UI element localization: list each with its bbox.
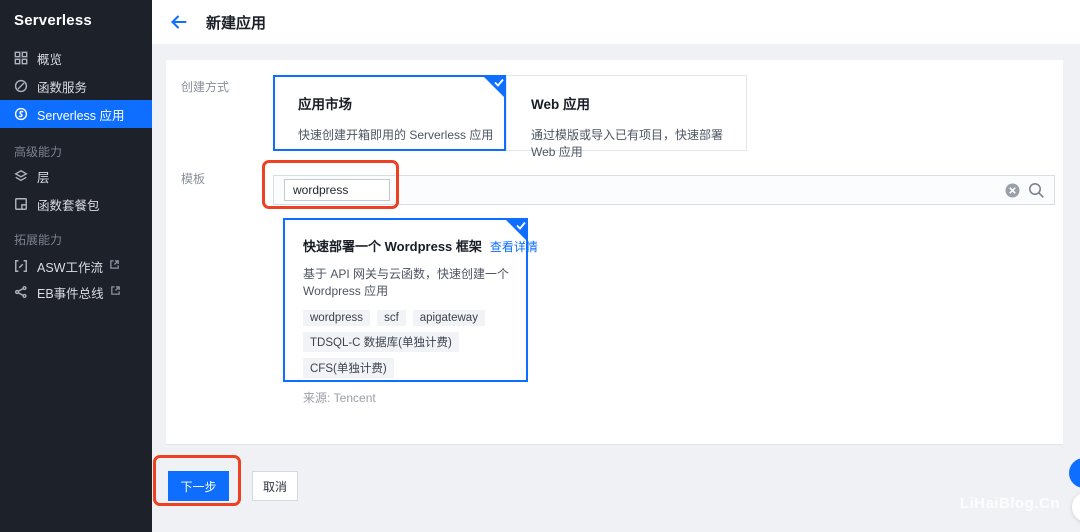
page-header: 新建应用 <box>152 0 1080 44</box>
sidebar-item-overview[interactable]: 概览 <box>0 44 152 72</box>
creation-method-label: 创建方式 <box>181 80 230 94</box>
package-icon <box>15 198 27 210</box>
check-icon <box>494 78 504 87</box>
template-source: 来源: Tencent <box>303 391 376 405</box>
tag: TDSQL-C 数据库(单独计费) <box>303 332 459 352</box>
sidebar-title: Serverless <box>14 12 92 29</box>
sidebar-item-label: 层 <box>37 170 50 185</box>
option-desc: 通过模版或导入已有项目，快速部署 Web 应用 <box>531 128 724 159</box>
sidebar-item-layers[interactable]: 层 <box>0 162 152 190</box>
option-desc: 快速创建开箱即用的 Serverless 应用 <box>298 128 494 142</box>
template-title: 快速部署一个 Wordpress 框架 <box>303 239 482 254</box>
external-link-icon <box>110 285 121 299</box>
sidebar-item-label: Serverless 应用 <box>37 108 125 123</box>
function-service-icon <box>14 79 28 93</box>
template-desc: 基于 API 网关与云函数，快速创建一个 Wordpress 应用 <box>303 267 510 298</box>
sidebar-item-label: ASW工作流 <box>37 260 103 275</box>
sidebar-item-package[interactable]: 函数套餐包 <box>0 190 152 218</box>
workflow-icon <box>15 260 27 272</box>
check-icon <box>516 221 526 230</box>
sidebar-item-label: 函数服务 <box>37 80 88 95</box>
external-link-icon <box>109 259 120 273</box>
clear-search-icon[interactable] <box>1005 183 1020 198</box>
option-title: Web 应用 <box>531 97 591 112</box>
tag: scf <box>377 310 406 326</box>
overview-grid-icon <box>14 51 28 65</box>
tag: apigateway <box>412 310 485 326</box>
page-title: 新建应用 <box>206 14 267 32</box>
layers-icon <box>14 169 28 182</box>
option-card-app-market[interactable]: 应用市场 快速创建开箱即用的 Serverless 应用 <box>273 75 506 151</box>
sidebar-section-advanced: 高级能力 <box>14 145 63 159</box>
help-fab-button[interactable] <box>1069 458 1080 488</box>
search-icon[interactable] <box>1028 182 1045 199</box>
template-search-bar[interactable] <box>273 175 1055 205</box>
back-button[interactable] <box>170 14 188 30</box>
serverless-app-icon <box>14 107 28 121</box>
template-label: 模板 <box>181 172 206 186</box>
sidebar-item-label: 概览 <box>37 52 63 67</box>
tag: CFS(单独计费) <box>303 358 394 378</box>
cancel-button[interactable]: 取消 <box>252 471 298 501</box>
template-tags: wordpress scf apigateway TDSQL-C 数据库(单独计… <box>303 310 518 378</box>
sidebar-item-eb-eventbus[interactable]: EB事件总线 <box>0 278 152 306</box>
eventbus-icon <box>14 285 27 299</box>
next-step-button[interactable]: 下一步 <box>168 471 229 501</box>
creation-method-options: 应用市场 快速创建开箱即用的 Serverless 应用 Web 应用 通过模版… <box>273 75 747 159</box>
sidebar-item-function-service[interactable]: 函数服务 <box>0 72 152 100</box>
selected-check-corner <box>505 219 527 241</box>
feedback-fab-button[interactable] <box>1072 492 1080 522</box>
selected-check-corner <box>483 76 505 98</box>
sidebar-item-serverless-app[interactable]: Serverless 应用 <box>0 100 152 128</box>
tag: wordpress <box>303 310 371 326</box>
watermark-text: LiHaiBlog.Cn <box>959 495 1060 512</box>
sidebar-item-label: EB事件总线 <box>37 286 104 301</box>
back-arrow-icon <box>171 15 187 29</box>
option-card-web-app[interactable]: Web 应用 通过模版或导入已有项目，快速部署 Web 应用 <box>506 75 747 159</box>
template-search-input[interactable] <box>284 179 390 201</box>
sidebar: Serverless 概览 函数服务 Serverless 应用 高级能力 层 … <box>0 0 152 532</box>
option-title: 应用市场 <box>298 97 352 112</box>
sidebar-item-label: 函数套餐包 <box>37 198 100 213</box>
sidebar-section-extended: 拓展能力 <box>14 233 63 247</box>
template-card-wordpress[interactable]: 快速部署一个 Wordpress 框架 查看详情 基于 API 网关与云函数，快… <box>283 218 538 405</box>
sidebar-item-asw-workflow[interactable]: ASW工作流 <box>0 252 152 280</box>
create-app-form-panel: 创建方式 应用市场 快速创建开箱即用的 Serverless 应用 Web 应用… <box>166 60 1063 445</box>
